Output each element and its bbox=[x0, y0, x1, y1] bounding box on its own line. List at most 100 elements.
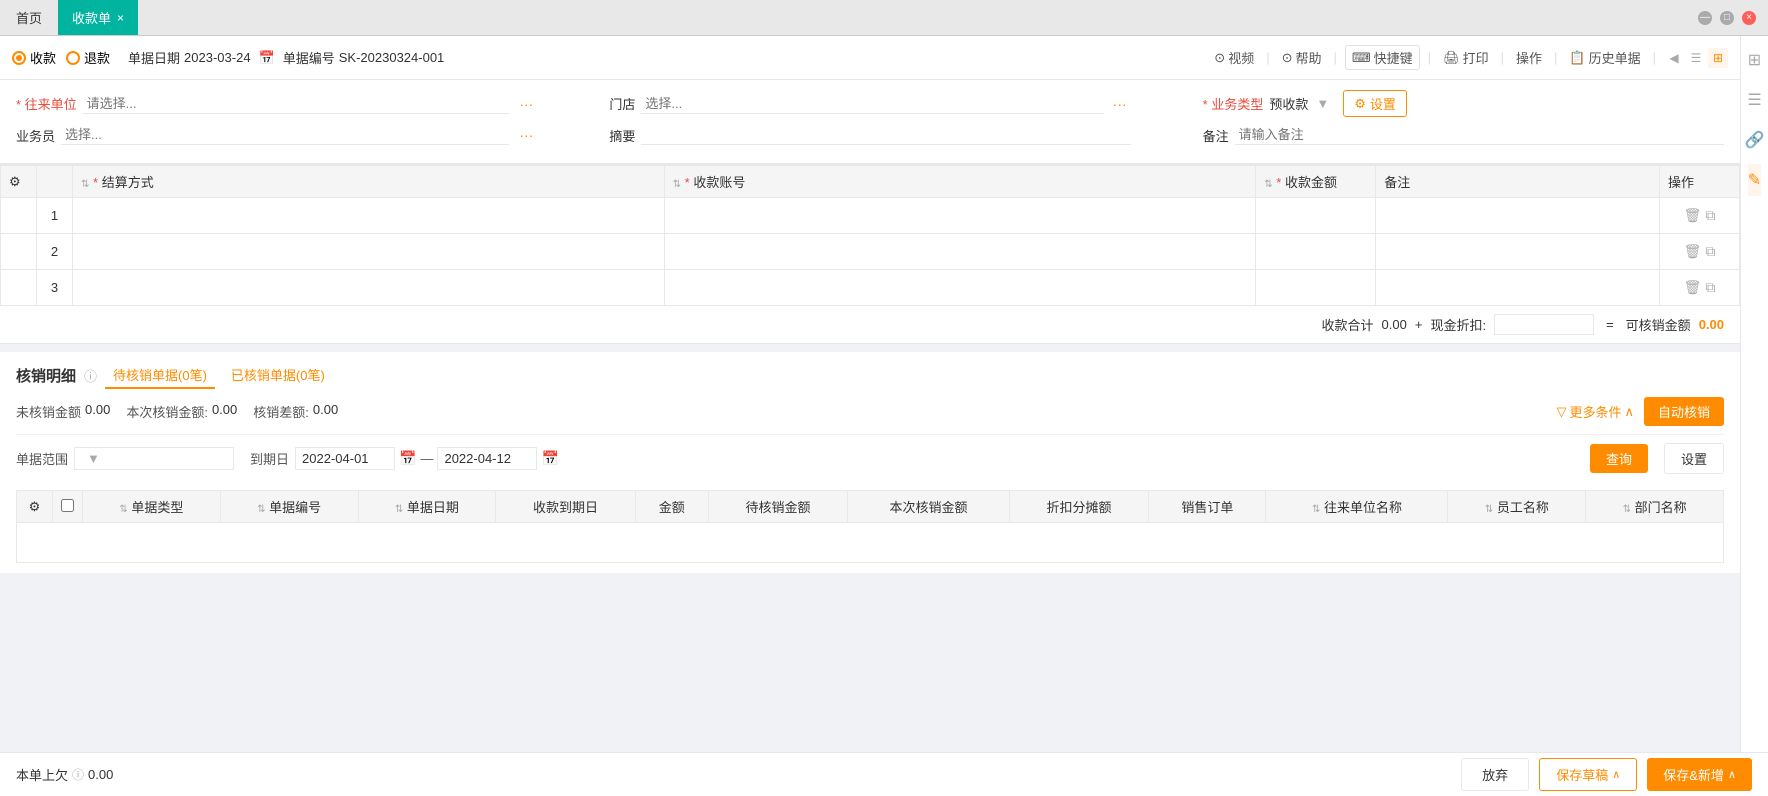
chevron-up-icon: ∧ bbox=[1624, 404, 1634, 420]
sales-rep-label: 业务员 bbox=[16, 126, 55, 145]
verify-stats: 未核销金额 0.00 本次核销金额: 0.00 核销差额: 0.00 ▽ 更多条… bbox=[16, 397, 1724, 426]
sidebar-table-icon[interactable]: ⊞ bbox=[1748, 44, 1761, 76]
verify-settings-button[interactable]: 设置 bbox=[1664, 443, 1724, 474]
plus-sign: + bbox=[1415, 317, 1423, 332]
bt-employee-header: ⇅ 员工名称 bbox=[1448, 491, 1586, 523]
auto-verify-button[interactable]: 自动核销 bbox=[1644, 397, 1724, 426]
row2-account[interactable] bbox=[664, 234, 1256, 270]
row2-copy-icon[interactable]: ⧉ bbox=[1705, 243, 1715, 260]
sidebar-attachment-icon[interactable]: 🔗 bbox=[1745, 124, 1765, 156]
counterparty-input[interactable] bbox=[83, 94, 510, 114]
summary-field: 摘要 bbox=[609, 125, 1130, 145]
store-input[interactable] bbox=[641, 94, 1102, 114]
row1-copy-icon[interactable]: ⧉ bbox=[1705, 207, 1715, 224]
save-new-button[interactable]: 保存&新增 ∧ bbox=[1647, 758, 1752, 791]
tab-home[interactable]: 首页 bbox=[0, 0, 58, 35]
number-label: 单据编号 bbox=[283, 48, 335, 67]
footer-info-icon[interactable]: ⓘ bbox=[72, 766, 84, 783]
help-button[interactable]: ⊙ 帮助 bbox=[1278, 46, 1326, 69]
row3-amount[interactable] bbox=[1256, 270, 1376, 306]
counterparty-more-button[interactable]: ··· bbox=[515, 96, 537, 112]
row1-remark[interactable] bbox=[1376, 198, 1660, 234]
business-type-field: * 业务类型 预收款 ▼ ⚙ 设置 bbox=[1203, 90, 1724, 117]
video-label: 视频 bbox=[1228, 48, 1254, 67]
row3-copy-icon[interactable]: ⧉ bbox=[1705, 279, 1715, 296]
row1-account[interactable] bbox=[664, 198, 1256, 234]
table-settings-icon[interactable]: ⚙ bbox=[9, 174, 21, 189]
history-button[interactable]: 📋 历史单据 bbox=[1565, 46, 1644, 69]
verify-info-icon[interactable]: ⓘ bbox=[84, 366, 97, 385]
print-button[interactable]: 🖨 打印 bbox=[1439, 46, 1493, 69]
window-close-button[interactable]: × bbox=[1742, 11, 1756, 25]
sidebar-edit-icon[interactable]: ✎ bbox=[1748, 164, 1761, 196]
radio-shoukuan[interactable]: 收款 bbox=[12, 48, 56, 67]
row1-amount[interactable] bbox=[1256, 198, 1376, 234]
more-conditions-button[interactable]: ▽ 更多条件 ∧ bbox=[1556, 402, 1634, 421]
date-from-calendar-icon[interactable]: 📅 bbox=[399, 450, 416, 467]
row3-account[interactable] bbox=[664, 270, 1256, 306]
video-button[interactable]: ⊙ 视频 bbox=[1210, 46, 1258, 69]
bt-type-header: ⇅ 单据类型 bbox=[83, 491, 221, 523]
remark-input[interactable] bbox=[1235, 125, 1724, 145]
row3-delete-icon[interactable]: 🗑 bbox=[1684, 279, 1702, 296]
row1-settlement[interactable] bbox=[73, 198, 665, 234]
radio-tuikuan[interactable]: 退款 bbox=[66, 48, 110, 67]
pending-tab[interactable]: 待核销单据(0笔) bbox=[105, 362, 215, 389]
bt-checkbox-header[interactable] bbox=[53, 491, 83, 523]
store-more-button[interactable]: ··· bbox=[1109, 96, 1131, 112]
form-layout-icon[interactable]: ⊞ bbox=[1708, 48, 1728, 68]
row1-delete-icon[interactable]: 🗑 bbox=[1684, 207, 1702, 224]
bt-counterparty-header: ⇅ 往来单位名称 bbox=[1266, 491, 1448, 523]
sales-rep-more-button[interactable]: ··· bbox=[515, 127, 537, 143]
settings-button[interactable]: ⚙ 设置 bbox=[1343, 90, 1407, 117]
summary-label: 摘要 bbox=[609, 126, 635, 145]
col-settings-header[interactable]: ⚙ bbox=[1, 166, 37, 198]
prev-layout-icon[interactable]: ◀ bbox=[1664, 48, 1684, 68]
save-draft-button[interactable]: 保存草稿 ∧ bbox=[1539, 758, 1637, 791]
payment-table-section: ⚙ ⇅ 结算方式 ⇅ 收款账号 ⇅ 收款金额 bbox=[0, 165, 1740, 344]
window-maximize-button[interactable]: □ bbox=[1720, 11, 1734, 25]
business-type-select[interactable]: 预收款 ▼ bbox=[1269, 94, 1329, 113]
verifiable-value: 0.00 bbox=[1699, 317, 1724, 332]
date-to-calendar-icon[interactable]: 📅 bbox=[541, 450, 558, 467]
window-minimize-button[interactable]: — bbox=[1698, 11, 1712, 25]
done-tab[interactable]: 已核销单据(0笔) bbox=[223, 362, 333, 389]
sum-label: 收款合计 bbox=[1322, 315, 1374, 334]
row3-settlement[interactable] bbox=[73, 270, 665, 306]
verify-right-controls: ▽ 更多条件 ∧ 自动核销 bbox=[1556, 397, 1724, 426]
row3-actions: 🗑 ⧉ bbox=[1660, 270, 1740, 306]
tab-bar: 首页 收款单 × — □ × bbox=[0, 0, 1768, 36]
bt-gear-header[interactable]: ⚙ bbox=[17, 491, 53, 523]
row3-remark[interactable] bbox=[1376, 270, 1660, 306]
date-calendar-icon[interactable]: 📅 bbox=[259, 50, 275, 66]
query-button[interactable]: 查询 bbox=[1590, 444, 1648, 473]
sidebar-list-icon[interactable]: ☰ bbox=[1747, 84, 1761, 116]
bt-gear-icon[interactable]: ⚙ bbox=[29, 499, 41, 514]
date-from-input[interactable] bbox=[295, 447, 395, 470]
select-all-checkbox[interactable] bbox=[61, 499, 74, 512]
row2-remark[interactable] bbox=[1376, 234, 1660, 270]
row2-settlement[interactable] bbox=[73, 234, 665, 270]
range-select[interactable]: ▼ bbox=[74, 447, 234, 470]
summary-input[interactable] bbox=[641, 125, 1130, 145]
more-conditions-label: 更多条件 bbox=[1569, 402, 1621, 421]
this-cancel-value: 0.00 bbox=[212, 402, 237, 421]
operations-button[interactable]: 操作 bbox=[1512, 46, 1546, 69]
shortcut-button[interactable]: ⌨ 快捷键 bbox=[1345, 45, 1420, 70]
save-new-label: 保存&新增 bbox=[1663, 765, 1724, 784]
bt-date-header: ⇅ 单据日期 bbox=[358, 491, 496, 523]
date-to-input[interactable] bbox=[437, 447, 537, 470]
equals-sign: = bbox=[1606, 317, 1614, 332]
row2-amount[interactable] bbox=[1256, 234, 1376, 270]
col-settlement-header: ⇅ 结算方式 bbox=[73, 166, 665, 198]
row2-delete-icon[interactable]: 🗑 bbox=[1684, 243, 1702, 260]
abandon-button[interactable]: 放弃 bbox=[1461, 758, 1529, 791]
tab-close-icon[interactable]: × bbox=[117, 11, 124, 25]
grid-layout-icon[interactable]: ☰ bbox=[1686, 48, 1706, 68]
discount-input[interactable] bbox=[1494, 314, 1594, 335]
table-row: 1 🗑 ⧉ bbox=[1, 198, 1740, 234]
bt-number-header: ⇅ 单据编号 bbox=[220, 491, 358, 523]
sales-rep-input[interactable] bbox=[61, 125, 509, 145]
business-type-arrow-icon: ▼ bbox=[1316, 96, 1329, 111]
tab-receipt[interactable]: 收款单 × bbox=[58, 0, 138, 35]
